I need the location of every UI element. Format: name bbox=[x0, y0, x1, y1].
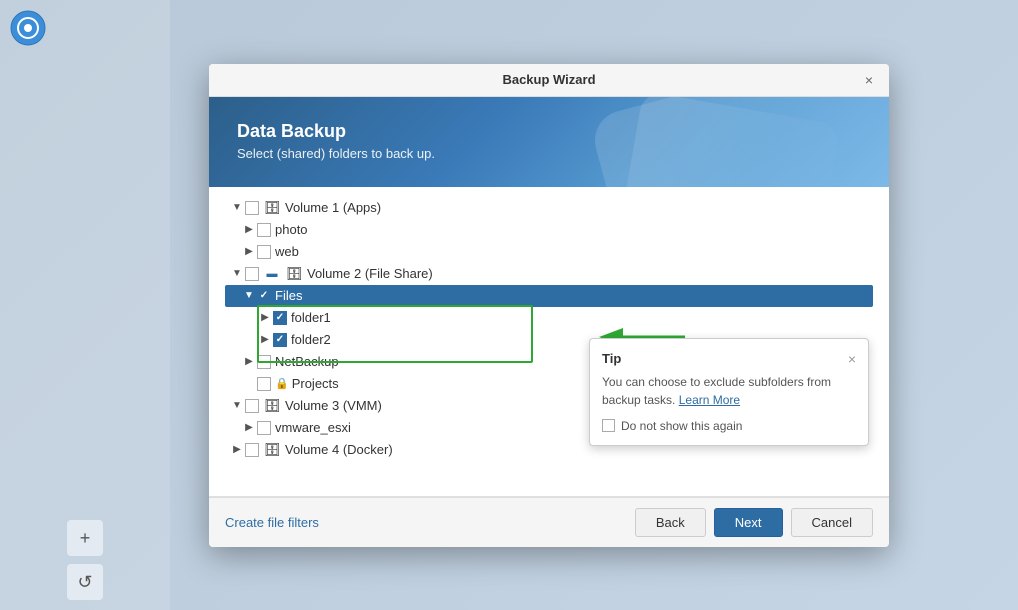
label-photo: photo bbox=[275, 222, 308, 237]
tree-item-photo[interactable]: photo bbox=[225, 219, 873, 241]
tree-item-vol2[interactable]: ▬ 🗄 Volume 2 (File Share) bbox=[225, 263, 873, 285]
checkbox-vol2[interactable] bbox=[245, 267, 259, 281]
checkbox-web[interactable] bbox=[257, 245, 271, 259]
tree-item-folder1[interactable]: folder1 bbox=[225, 307, 873, 329]
label-vol1: Volume 1 (Apps) bbox=[285, 200, 381, 215]
wizard-footer: Create file filters Back Next Cancel bbox=[209, 497, 889, 547]
label-vol2: Volume 2 (File Share) bbox=[307, 266, 433, 281]
title-bar: Backup Wizard × bbox=[209, 64, 889, 97]
next-button[interactable]: Next bbox=[714, 508, 783, 537]
checkbox-folder1[interactable] bbox=[273, 311, 287, 325]
create-file-filters-link[interactable]: Create file filters bbox=[225, 515, 319, 530]
tree-item-files[interactable]: Files bbox=[225, 285, 873, 307]
checkbox-vol1[interactable] bbox=[245, 201, 259, 215]
lock-icon: 🔒 bbox=[275, 377, 289, 390]
volume-icon-vol4: 🗄 bbox=[263, 443, 281, 457]
folder-tree[interactable]: 🗄 Volume 1 (Apps) photo web bbox=[209, 187, 889, 497]
expand-netbackup[interactable] bbox=[241, 354, 257, 370]
cancel-button[interactable]: Cancel bbox=[791, 508, 873, 537]
tip-header: Tip × bbox=[602, 351, 856, 367]
expand-folder1[interactable] bbox=[257, 310, 273, 326]
wizard-subtitle: Select (shared) folders to back up. bbox=[237, 146, 861, 161]
label-vol3: Volume 3 (VMM) bbox=[285, 398, 382, 413]
checkbox-vmware[interactable] bbox=[257, 421, 271, 435]
tree-item-web[interactable]: web bbox=[225, 241, 873, 263]
desktop: + ↺ Backup Wizard × Data Backup Select (… bbox=[0, 0, 1018, 610]
expand-photo[interactable] bbox=[241, 222, 257, 238]
expand-vmware[interactable] bbox=[241, 420, 257, 436]
tip-checkbox-row: Do not show this again bbox=[602, 419, 856, 433]
tip-body: You can choose to exclude subfolders fro… bbox=[602, 373, 856, 409]
checkbox-vol3[interactable] bbox=[245, 399, 259, 413]
tip-popup: Tip × You can choose to exclude subfolde… bbox=[589, 338, 869, 446]
wizard-title: Data Backup bbox=[237, 121, 861, 142]
modal-overlay: Backup Wizard × Data Backup Select (shar… bbox=[0, 0, 1018, 610]
checkbox-projects[interactable] bbox=[257, 377, 271, 391]
volume-icon-vol2b: 🗄 bbox=[285, 267, 303, 281]
label-files: Files bbox=[275, 288, 302, 303]
wizard-dialog: Backup Wizard × Data Backup Select (shar… bbox=[209, 64, 889, 547]
label-vol4: Volume 4 (Docker) bbox=[285, 442, 393, 457]
checkbox-folder2[interactable] bbox=[273, 333, 287, 347]
expand-folder2[interactable] bbox=[257, 332, 273, 348]
footer-left: Create file filters bbox=[225, 515, 319, 530]
wizard-header: Data Backup Select (shared) folders to b… bbox=[209, 97, 889, 187]
label-folder2: folder2 bbox=[291, 332, 331, 347]
expand-vol1[interactable] bbox=[229, 200, 245, 216]
footer-right: Back Next Cancel bbox=[635, 508, 873, 537]
wizard-content: 🗄 Volume 1 (Apps) photo web bbox=[209, 187, 889, 547]
expand-vol2[interactable] bbox=[229, 266, 245, 282]
tip-close-button[interactable]: × bbox=[848, 351, 856, 367]
tip-dont-show-checkbox[interactable] bbox=[602, 419, 615, 432]
back-button[interactable]: Back bbox=[635, 508, 706, 537]
expand-vol3[interactable] bbox=[229, 398, 245, 414]
volume-icon-vol3: 🗄 bbox=[263, 399, 281, 413]
volume-icon-vol2: ▬ bbox=[263, 267, 281, 281]
dialog-title: Backup Wizard bbox=[237, 72, 861, 87]
tip-dont-show-label: Do not show this again bbox=[621, 419, 742, 433]
tip-learn-more-link[interactable]: Learn More bbox=[679, 393, 740, 407]
label-folder1: folder1 bbox=[291, 310, 331, 325]
tree-item-vol1[interactable]: 🗄 Volume 1 (Apps) bbox=[225, 197, 873, 219]
label-projects: Projects bbox=[292, 376, 339, 391]
label-web: web bbox=[275, 244, 299, 259]
label-vmware: vmware_esxi bbox=[275, 420, 351, 435]
checkbox-photo[interactable] bbox=[257, 223, 271, 237]
expand-vol4[interactable] bbox=[229, 442, 245, 458]
label-netbackup: NetBackup bbox=[275, 354, 339, 369]
checkbox-vol4[interactable] bbox=[245, 443, 259, 457]
tip-title: Tip bbox=[602, 351, 621, 366]
checkbox-files[interactable] bbox=[257, 289, 271, 303]
checkbox-netbackup[interactable] bbox=[257, 355, 271, 369]
volume-icon-vol1: 🗄 bbox=[263, 201, 281, 215]
expand-web[interactable] bbox=[241, 244, 257, 260]
expand-files[interactable] bbox=[241, 288, 257, 304]
close-icon[interactable]: × bbox=[861, 72, 877, 88]
